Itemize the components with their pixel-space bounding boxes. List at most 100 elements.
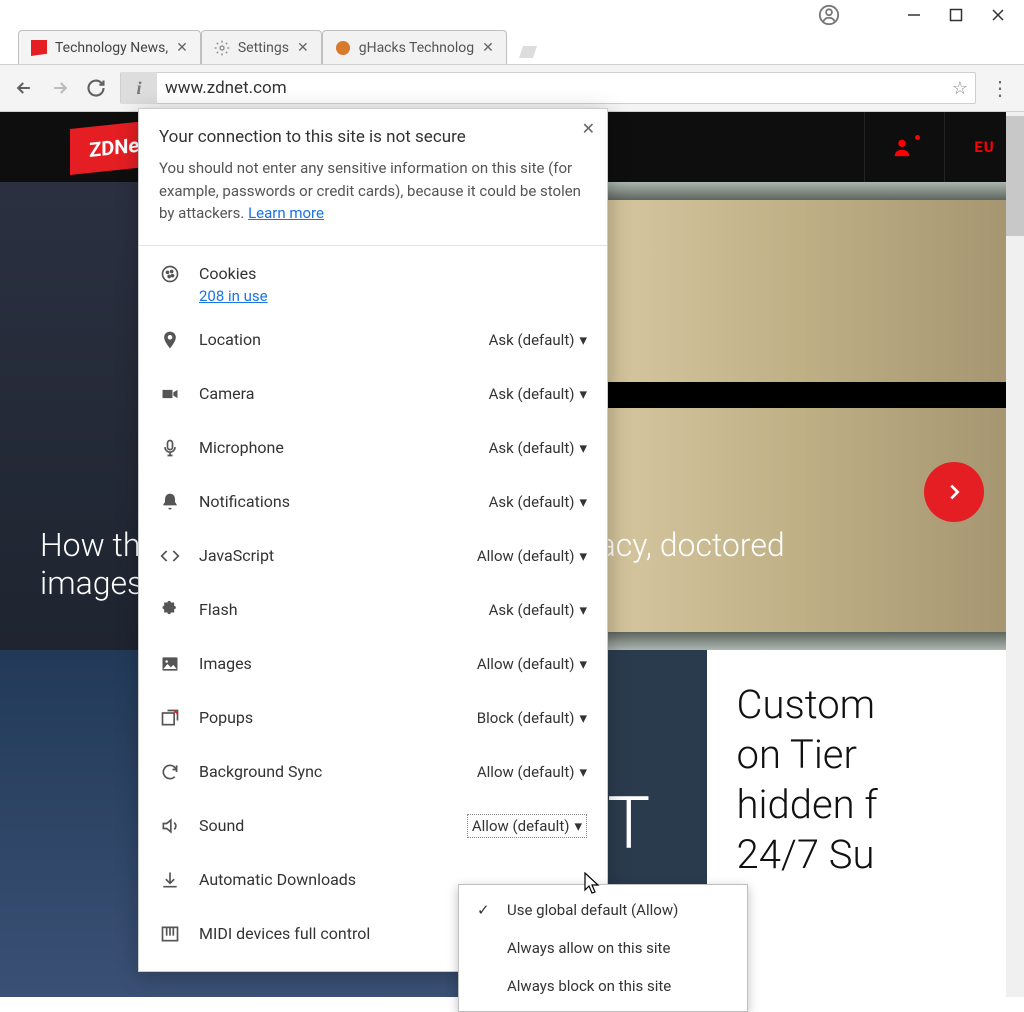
address-bar[interactable]: i www.zdnet.com ☆ (120, 72, 976, 104)
bookmark-star-icon[interactable]: ☆ (945, 78, 975, 99)
chevron-down-icon: ▾ (579, 655, 587, 673)
gear-icon (214, 40, 230, 56)
chevron-down-icon: ▾ (579, 331, 587, 349)
new-tab-button[interactable] (513, 38, 543, 64)
permission-label: Images (199, 654, 459, 673)
scrollbar[interactable] (1006, 112, 1024, 997)
image-icon (159, 654, 181, 674)
browser-menu-button[interactable]: ⋮ (988, 76, 1012, 100)
permission-value[interactable]: Ask (default) ▾ (489, 601, 587, 619)
permission-label: Notifications (199, 492, 471, 511)
close-tab-icon[interactable]: ✕ (297, 40, 309, 56)
chevron-down-icon: ▾ (579, 547, 587, 565)
dropdown-label: Always block on this site (507, 977, 671, 995)
url-text[interactable]: www.zdnet.com (157, 78, 945, 98)
close-tab-icon[interactable]: ✕ (482, 40, 494, 56)
scrollbar-thumb[interactable] (1006, 116, 1024, 236)
back-button[interactable] (12, 76, 36, 100)
permission-label: Flash (199, 600, 471, 619)
window-controls (0, 0, 1024, 30)
maximize-button[interactable] (948, 7, 964, 23)
cookie-icon (159, 264, 181, 284)
popup-icon (159, 708, 181, 728)
dropdown-label: Use global default (Allow) (507, 901, 678, 919)
permission-row-sync: Background SyncAllow (default) ▾ (159, 745, 587, 799)
dropdown-option[interactable]: Always allow on this site (459, 929, 747, 967)
permission-label: Popups (199, 708, 459, 727)
dropdown-option[interactable]: ✓ Use global default (Allow) (459, 891, 747, 929)
permission-row-bell: Notifications Ask (default) ▾ (159, 475, 587, 529)
permission-value[interactable]: Block (default) ▾ (477, 709, 587, 727)
code-icon (159, 546, 181, 566)
location-icon (159, 330, 181, 350)
favicon-icon (335, 40, 351, 56)
user-icon[interactable] (864, 112, 944, 182)
permission-row-image: Images Allow (default) ▾ (159, 637, 587, 691)
permission-value[interactable]: Allow (default) ▾ (467, 814, 587, 838)
permission-label: Location (199, 330, 471, 349)
tab-label: Settings (238, 40, 289, 56)
favicon-icon (31, 40, 47, 56)
permission-label: Camera (199, 384, 471, 403)
reload-button[interactable] (84, 76, 108, 100)
download-icon (159, 870, 181, 890)
chevron-down-icon: ▾ (579, 385, 587, 403)
permission-value[interactable]: Allow (default) ▾ (477, 763, 587, 781)
forward-button[interactable] (48, 76, 72, 100)
permission-value[interactable]: Allow (default) ▾ (477, 547, 587, 565)
tab-label: Technology News, (55, 40, 168, 56)
dropdown-label: Always allow on this site (507, 939, 670, 957)
permission-row-code: JavaScript Allow (default) ▾ (159, 529, 587, 583)
sound-dropdown: ✓ Use global default (Allow) Always allow … (458, 884, 748, 1012)
popup-message: You should not enter any sensitive infor… (159, 157, 587, 225)
permission-row-sound: Sound Allow (default) ▾ (159, 799, 587, 853)
chevron-down-icon: ▾ (579, 439, 587, 457)
tab-label: gHacks Technolog (359, 40, 474, 56)
chevron-down-icon: ▾ (579, 601, 587, 619)
permission-value[interactable]: Ask (default) ▾ (489, 439, 587, 457)
chevron-down-icon: ▾ (574, 817, 582, 835)
permission-label: JavaScript (199, 546, 459, 565)
permission-label: Sound (199, 816, 449, 835)
tab-ghacks[interactable]: gHacks Technolog ✕ (322, 30, 507, 64)
tab-zdnet[interactable]: Technology News, ✕ (18, 30, 201, 64)
cookies-in-use-link[interactable]: 208 in use (199, 287, 268, 305)
navigation-bar: i www.zdnet.com ☆ ⋮ (0, 64, 1024, 112)
cookies-label: Cookies (199, 264, 587, 283)
site-info-button[interactable]: i (121, 72, 157, 104)
permission-row-microphone: Microphone Ask (default) ▾ (159, 421, 587, 475)
permission-value[interactable]: Ask (default) ▾ (489, 331, 587, 349)
chevron-down-icon: ▾ (579, 493, 587, 511)
close-popup-button[interactable]: ✕ (582, 119, 595, 138)
permission-row-camera: Camera Ask (default) ▾ (159, 367, 587, 421)
bell-icon (159, 492, 181, 512)
popup-title: Your connection to this site is not secu… (159, 127, 587, 147)
minimize-button[interactable] (906, 7, 922, 23)
permission-value[interactable]: Ask (default) ▾ (489, 493, 587, 511)
permission-row-puzzle: Flash Ask (default) ▾ (159, 583, 587, 637)
microphone-icon (159, 438, 181, 458)
article-title[interactable]: Customon Tier hidden f24/7 Su (707, 650, 1024, 997)
chevron-down-icon: ▾ (579, 709, 587, 727)
permission-value[interactable]: Ask (default) ▾ (489, 385, 587, 403)
camera-icon (159, 384, 181, 404)
permission-row-location: Location Ask (default) ▾ (159, 313, 587, 367)
tab-strip: Technology News, ✕ Settings ✕ gHacks Tec… (0, 30, 1024, 64)
check-icon: ✓ (477, 901, 493, 919)
site-info-popup: ✕ Your connection to this site is not se… (138, 108, 608, 972)
sound-icon (159, 816, 181, 836)
next-slide-button[interactable] (924, 462, 984, 522)
dropdown-option[interactable]: Always block on this site (459, 967, 747, 1005)
account-icon[interactable] (818, 4, 840, 26)
learn-more-link[interactable]: Learn more (248, 204, 324, 222)
midi-icon (159, 924, 181, 944)
permission-row-popup: Popups Block (default) ▾ (159, 691, 587, 745)
close-tab-icon[interactable]: ✕ (176, 40, 188, 56)
permission-value[interactable]: Allow (default) ▾ (477, 655, 587, 673)
tab-settings[interactable]: Settings ✕ (201, 30, 322, 64)
permission-label: Microphone (199, 438, 471, 457)
chevron-down-icon: ▾ (579, 763, 587, 781)
close-window-button[interactable] (990, 7, 1006, 23)
sync-icon (159, 762, 181, 782)
puzzle-icon (159, 600, 181, 620)
